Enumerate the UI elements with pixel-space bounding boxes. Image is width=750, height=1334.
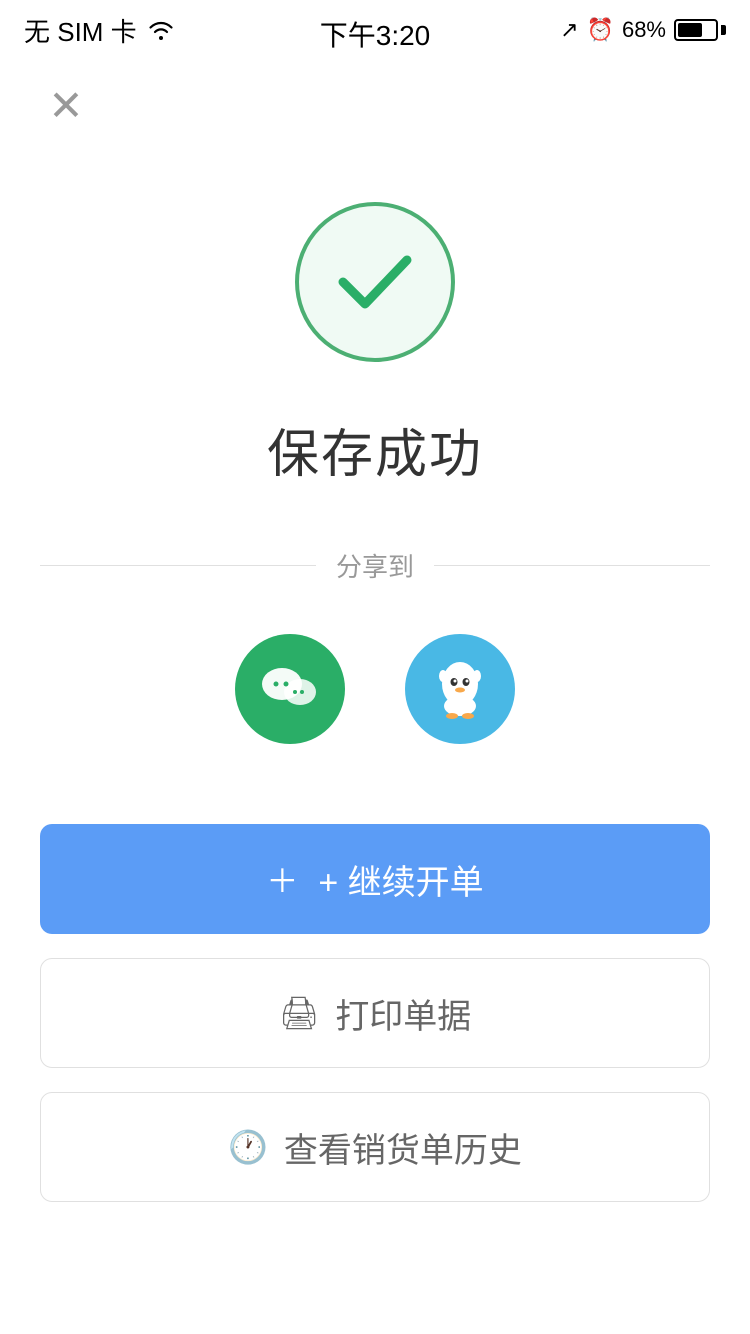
divider-right — [434, 565, 710, 566]
carrier-text: 无 SIM 卡 — [24, 12, 137, 49]
status-bar: 无 SIM 卡 下午3:20 ↗ ⏰ 68% — [0, 0, 750, 60]
share-label: 分享到 — [336, 547, 414, 584]
main-content: ✕ 保存成功 分享到 — [0, 60, 750, 1202]
divider-left — [40, 565, 316, 566]
continue-button[interactable]: ＋ + 继续开单 — [40, 824, 710, 934]
close-icon: ✕ — [48, 85, 83, 127]
location-icon: ↗ — [560, 17, 578, 43]
status-left: 无 SIM 卡 — [24, 12, 175, 49]
battery-icon — [674, 19, 726, 41]
close-button-row: ✕ — [40, 60, 710, 142]
share-buttons — [235, 634, 515, 744]
print-label: 打印单据 — [335, 989, 471, 1038]
wifi-icon — [147, 19, 175, 41]
history-label: 查看销货单历史 — [284, 1123, 522, 1172]
printer-icon: 🖨 — [279, 994, 320, 1032]
status-right: ↗ ⏰ 68% — [560, 17, 726, 43]
success-circle — [295, 202, 455, 362]
checkmark-icon — [335, 252, 415, 312]
share-qq-button[interactable] — [405, 634, 515, 744]
continue-label: + 继续开单 — [318, 855, 483, 904]
clock-icon: 🕐 — [228, 1128, 268, 1166]
action-buttons: ＋ + 继续开单 🖨 打印单据 🕐 查看销货单历史 — [40, 824, 710, 1202]
plus-icon: ＋ — [266, 856, 298, 902]
qq-icon — [430, 656, 490, 722]
close-button[interactable]: ✕ — [40, 80, 92, 132]
alarm-icon: ⏰ — [587, 17, 614, 43]
share-divider: 分享到 — [40, 547, 710, 584]
status-time: 下午3:20 — [320, 14, 431, 54]
print-button[interactable]: 🖨 打印单据 — [40, 958, 710, 1068]
history-button[interactable]: 🕐 查看销货单历史 — [40, 1092, 710, 1202]
share-wechat-button[interactable] — [235, 634, 345, 744]
success-title: 保存成功 — [267, 412, 483, 487]
wechat-icon — [258, 662, 322, 716]
battery-percent: 68% — [622, 17, 666, 43]
